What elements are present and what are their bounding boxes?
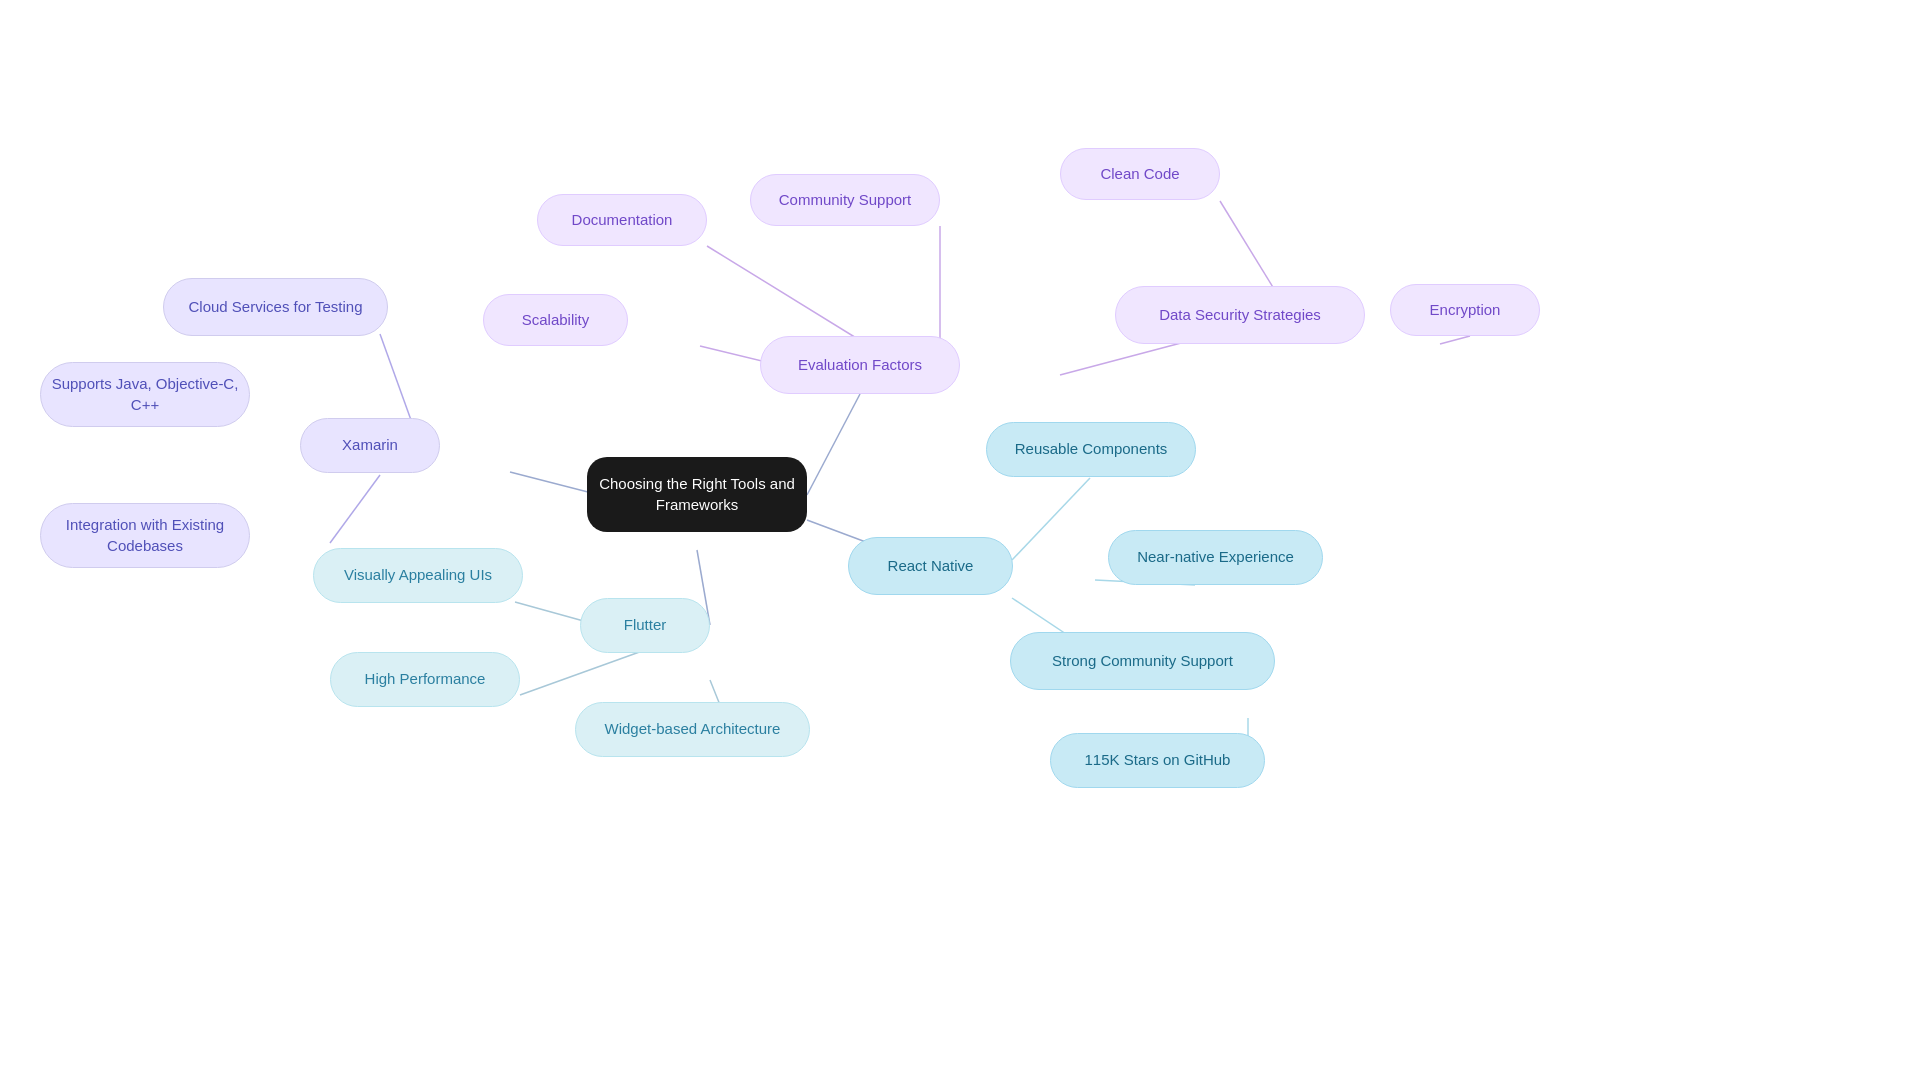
clean-code-label: Clean Code: [1096, 162, 1183, 186]
cloud-services-label: Cloud Services for Testing: [185, 295, 367, 319]
svg-line-13: [520, 650, 645, 695]
evaluation-factors-label: Evaluation Factors: [794, 353, 926, 377]
stars-label: 115K Stars on GitHub: [1081, 748, 1235, 772]
community-support-node[interactable]: Community Support: [750, 174, 940, 226]
svg-line-0: [807, 394, 860, 495]
near-native-label: Near-native Experience: [1133, 545, 1298, 569]
react-native-node[interactable]: React Native: [848, 537, 1013, 595]
integration-label: Integration with Existing Codebases: [62, 513, 228, 558]
strong-community-label: Strong Community Support: [1048, 649, 1237, 673]
svg-line-10: [330, 475, 380, 543]
encryption-label: Encryption: [1426, 298, 1505, 322]
widget-based-label: Widget-based Architecture: [601, 717, 785, 741]
visually-appealing-label: Visually Appealing UIs: [340, 563, 496, 587]
cloud-services-node[interactable]: Cloud Services for Testing: [163, 278, 388, 336]
near-native-experience-node[interactable]: Near-native Experience: [1108, 530, 1323, 585]
xamarin-node[interactable]: Xamarin: [300, 418, 440, 473]
widget-based-node[interactable]: Widget-based Architecture: [575, 702, 810, 757]
data-security-strategies-node[interactable]: Data Security Strategies: [1115, 286, 1365, 344]
data-security-label: Data Security Strategies: [1155, 303, 1325, 327]
integration-codebases-node[interactable]: Integration with Existing Codebases: [40, 503, 250, 568]
scalability-node[interactable]: Scalability: [483, 294, 628, 346]
supports-java-label: Supports Java, Objective-C, C++: [48, 372, 243, 417]
documentation-node[interactable]: Documentation: [537, 194, 707, 246]
stars-github-node[interactable]: 115K Stars on GitHub: [1050, 733, 1265, 788]
community-support-label: Community Support: [775, 188, 916, 212]
xamarin-label: Xamarin: [338, 433, 402, 457]
high-performance-node[interactable]: High Performance: [330, 652, 520, 707]
center-label: Choosing the Right Tools and Frameworks: [595, 472, 799, 517]
scalability-label: Scalability: [518, 308, 594, 332]
reusable-components-node[interactable]: Reusable Components: [986, 422, 1196, 477]
high-performance-label: High Performance: [361, 667, 490, 691]
supports-java-node[interactable]: Supports Java, Objective-C, C++: [40, 362, 250, 427]
visually-appealing-node[interactable]: Visually Appealing UIs: [313, 548, 523, 603]
clean-code-node[interactable]: Clean Code: [1060, 148, 1220, 200]
documentation-label: Documentation: [568, 208, 677, 232]
svg-line-16: [1012, 478, 1090, 560]
strong-community-node[interactable]: Strong Community Support: [1010, 632, 1275, 690]
flutter-node[interactable]: Flutter: [580, 598, 710, 653]
evaluation-factors-node[interactable]: Evaluation Factors: [760, 336, 960, 394]
flutter-label: Flutter: [620, 613, 671, 637]
reusable-components-label: Reusable Components: [1011, 437, 1172, 461]
center-node[interactable]: Choosing the Right Tools and Frameworks: [587, 457, 807, 532]
react-native-label: React Native: [884, 554, 978, 578]
encryption-node[interactable]: Encryption: [1390, 284, 1540, 336]
svg-line-6: [1440, 336, 1470, 344]
